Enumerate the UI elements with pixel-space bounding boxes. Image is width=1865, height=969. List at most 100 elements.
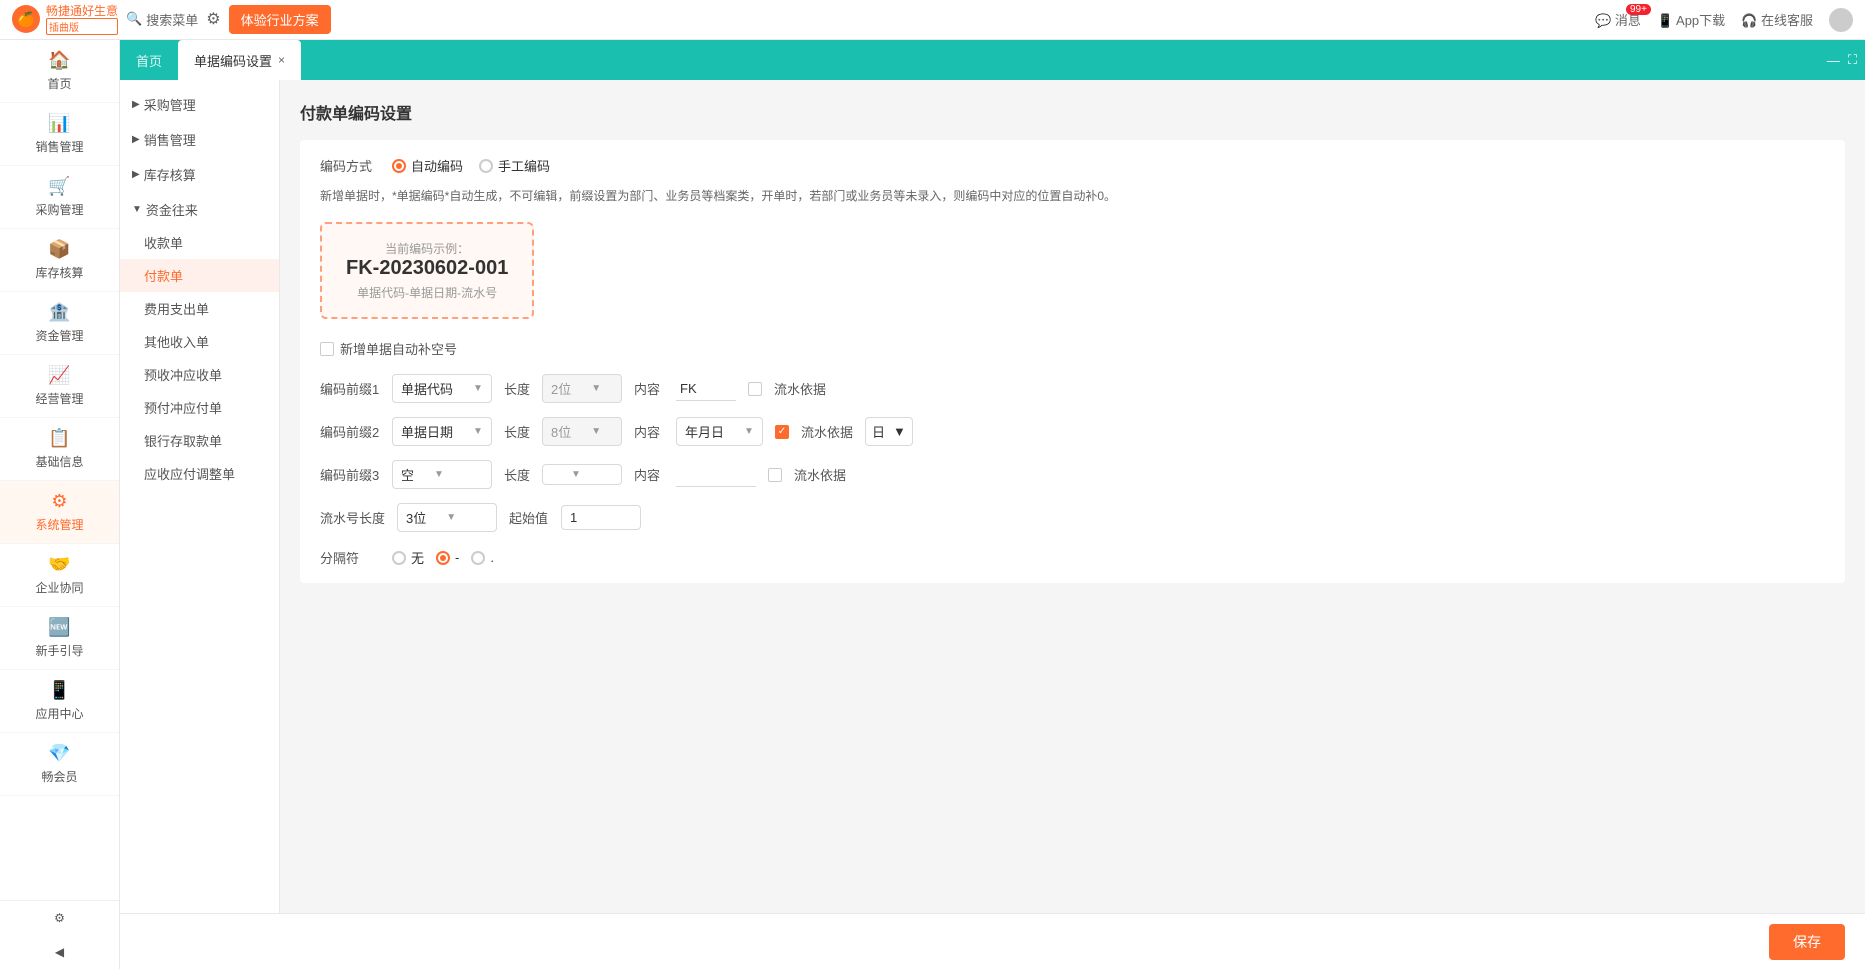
nav-item-receipt[interactable]: 收款单 bbox=[120, 226, 279, 259]
sidebar-label-operations: 经营管理 bbox=[35, 390, 83, 407]
prefix3-select[interactable]: 空 ▼ bbox=[392, 460, 492, 489]
nav-item-bank-deposit[interactable]: 银行存取款单 bbox=[120, 424, 279, 457]
tab-encoding-label: 单据编码设置 bbox=[194, 51, 272, 70]
tab-close-icon[interactable]: × bbox=[278, 53, 285, 67]
nav-item-expense[interactable]: 费用支出单 bbox=[120, 292, 279, 325]
prefix3-water-checkbox[interactable] bbox=[768, 468, 782, 482]
prefix2-select[interactable]: 单据日期 ▼ bbox=[392, 417, 492, 446]
app-download-button[interactable]: 📱 App下载 bbox=[1657, 10, 1725, 29]
prefix1-content-input[interactable] bbox=[676, 377, 736, 401]
sidebar-item-finance[interactable]: 🏦 资金管理 bbox=[0, 292, 119, 355]
prefix3-arrow-icon: ▼ bbox=[434, 469, 444, 480]
sidebar-settings-button[interactable]: ⚙ bbox=[0, 901, 119, 935]
sidebar-bottom: ⚙ ◀ bbox=[0, 900, 119, 969]
top-bar-left: 🍊 畅捷通好生意 插曲版 🔍 搜索菜单 ⚙ 体验行业方案 bbox=[12, 4, 331, 35]
nav-item-advance-payable[interactable]: 预付冲应付单 bbox=[120, 391, 279, 424]
prefix1-select[interactable]: 单据代码 ▼ bbox=[392, 374, 492, 403]
operations-icon: 📈 bbox=[48, 365, 70, 386]
guide-icon: 🆕 bbox=[48, 617, 70, 638]
tab-home[interactable]: 首页 bbox=[120, 40, 178, 80]
sidebar-collapse-button[interactable]: ◀ bbox=[0, 935, 119, 969]
sidebar-label-inventory: 库存核算 bbox=[35, 264, 83, 281]
nav-group-inventory-title[interactable]: ▶ 库存核算 bbox=[120, 158, 279, 191]
settings-icon[interactable]: ⚙ bbox=[206, 9, 220, 29]
nav-item-payment[interactable]: 付款单 bbox=[120, 259, 279, 292]
prefix3-content-label: 内容 bbox=[634, 465, 664, 484]
nav-item-other-income[interactable]: 其他收入单 bbox=[120, 325, 279, 358]
prefix2-water-select[interactable]: 日 ▼ bbox=[865, 417, 913, 446]
inventory-icon: 📦 bbox=[48, 239, 70, 260]
left-nav: ▶ 采购管理 ▶ 销售管理 ▶ 库存核算 bbox=[120, 80, 280, 913]
message-button[interactable]: 💬 消息 99+ bbox=[1595, 10, 1641, 29]
prefix2-row: 编码前缀2 单据日期 ▼ 长度 8位 ▼ 内容 年月日 bbox=[320, 417, 1825, 446]
prefix1-select-value: 单据代码 bbox=[401, 379, 453, 398]
sidebar-item-corp[interactable]: 🤝 企业协同 bbox=[0, 544, 119, 607]
prefix3-select-value: 空 bbox=[401, 465, 414, 484]
sidebar-item-purchase[interactable]: 🛒 采购管理 bbox=[0, 166, 119, 229]
separator-dash-label: - bbox=[455, 550, 459, 565]
auto-fill-label: 新增单据自动补空号 bbox=[340, 339, 457, 358]
prefix2-content-select[interactable]: 年月日 ▼ bbox=[676, 417, 763, 446]
sidebar-item-home[interactable]: 🏠 首页 bbox=[0, 40, 119, 103]
start-value-input[interactable] bbox=[561, 505, 641, 530]
top-bar: 🍊 畅捷通好生意 插曲版 🔍 搜索菜单 ⚙ 体验行业方案 💬 消息 99+ 📱 … bbox=[0, 0, 1865, 40]
online-service-button[interactable]: 🎧 在线客服 bbox=[1741, 10, 1813, 29]
tab-bar: 首页 单据编码设置 × — ⛶ bbox=[120, 40, 1865, 80]
serial-length-select[interactable]: 3位 ▼ bbox=[397, 503, 497, 532]
sidebar-item-operations[interactable]: 📈 经营管理 bbox=[0, 355, 119, 418]
sidebar-item-sales[interactable]: 📊 销售管理 bbox=[0, 103, 119, 166]
prefix3-length-label: 长度 bbox=[504, 465, 530, 484]
tab-home-label: 首页 bbox=[136, 51, 162, 70]
sidebar-item-basic[interactable]: 📋 基础信息 bbox=[0, 418, 119, 481]
prefix2-length-value: 8位 bbox=[551, 422, 571, 441]
prefix2-label: 编码前缀2 bbox=[320, 422, 380, 441]
sidebar-label-sales: 销售管理 bbox=[35, 138, 83, 155]
basic-icon: 📋 bbox=[48, 428, 70, 449]
prefix1-water-checkbox[interactable] bbox=[748, 382, 762, 396]
sidebar-item-app-center[interactable]: 📱 应用中心 bbox=[0, 670, 119, 733]
message-label: 消息 bbox=[1615, 13, 1641, 28]
member-icon: 💎 bbox=[48, 743, 70, 764]
save-button[interactable]: 保存 bbox=[1769, 924, 1845, 960]
service-icon: 🎧 bbox=[1741, 13, 1757, 28]
nav-inventory-label: 库存核算 bbox=[144, 165, 196, 184]
auto-fill-checkbox[interactable] bbox=[320, 342, 334, 356]
sidebar-item-inventory[interactable]: 📦 库存核算 bbox=[0, 229, 119, 292]
user-avatar[interactable] bbox=[1829, 8, 1853, 32]
notice-text: 新增单据时，*单据编码*自动生成，不可编辑，前缀设置为部门、业务员等档案类，开单… bbox=[320, 187, 1825, 206]
main-layout: 🏠 首页 📊 销售管理 🛒 采购管理 📦 库存核算 🏦 资金管理 📈 经营管理 … bbox=[0, 40, 1865, 969]
tab-maximize-icon[interactable]: ⛶ bbox=[1848, 52, 1857, 68]
prefix3-length-select[interactable]: ▼ bbox=[542, 464, 622, 485]
separator-dash-radio[interactable]: - bbox=[436, 550, 459, 565]
sidebar-label-purchase: 采购管理 bbox=[35, 201, 83, 218]
nav-sales-label: 销售管理 bbox=[144, 130, 196, 149]
sidebar-item-system[interactable]: ⚙ 系统管理 bbox=[0, 481, 119, 544]
prefix2-length-label: 长度 bbox=[504, 422, 530, 441]
trial-button[interactable]: 体验行业方案 bbox=[229, 5, 331, 34]
separator-dot-radio[interactable]: . bbox=[471, 550, 494, 565]
tab-minimize-icon[interactable]: — bbox=[1827, 53, 1840, 68]
serial-row: 流水号长度 3位 ▼ 起始值 bbox=[320, 503, 1825, 532]
prefix3-row: 编码前缀3 空 ▼ 长度 ▼ 内容 流水依据 bbox=[320, 460, 1825, 489]
nav-item-advance-receivable[interactable]: 预收冲应收单 bbox=[120, 358, 279, 391]
tab-encoding[interactable]: 单据编码设置 × bbox=[178, 40, 301, 80]
download-icon: 📱 bbox=[1657, 13, 1673, 28]
prefix2-length-select[interactable]: 8位 ▼ bbox=[542, 417, 622, 446]
nav-group-sales-title[interactable]: ▶ 销售管理 bbox=[120, 123, 279, 156]
nav-group-purchase: ▶ 采购管理 bbox=[120, 88, 279, 121]
auto-encoding-radio[interactable]: 自动编码 bbox=[392, 156, 463, 175]
collapse-icon: ◀ bbox=[55, 945, 64, 959]
sidebar-item-member[interactable]: 💎 畅会员 bbox=[0, 733, 119, 796]
separator-none-radio[interactable]: 无 bbox=[392, 548, 424, 567]
nav-item-ap-adjust[interactable]: 应收应付调整单 bbox=[120, 457, 279, 490]
prefix2-water-checkbox[interactable]: ✓ bbox=[775, 425, 789, 439]
search-bar[interactable]: 🔍 搜索菜单 bbox=[126, 10, 198, 29]
nav-group-purchase-title[interactable]: ▶ 采购管理 bbox=[120, 88, 279, 121]
prefix3-content-input[interactable] bbox=[676, 463, 756, 487]
sidebar-item-guide[interactable]: 🆕 新手引导 bbox=[0, 607, 119, 670]
prefix1-length-select[interactable]: 2位 ▼ bbox=[542, 374, 622, 403]
nav-group-fund-title[interactable]: ▼ 资金往来 bbox=[120, 193, 279, 226]
manual-encoding-radio[interactable]: 手工编码 bbox=[479, 156, 550, 175]
sidebar-label-home: 首页 bbox=[47, 75, 71, 92]
separator-dash-circle bbox=[436, 551, 450, 565]
